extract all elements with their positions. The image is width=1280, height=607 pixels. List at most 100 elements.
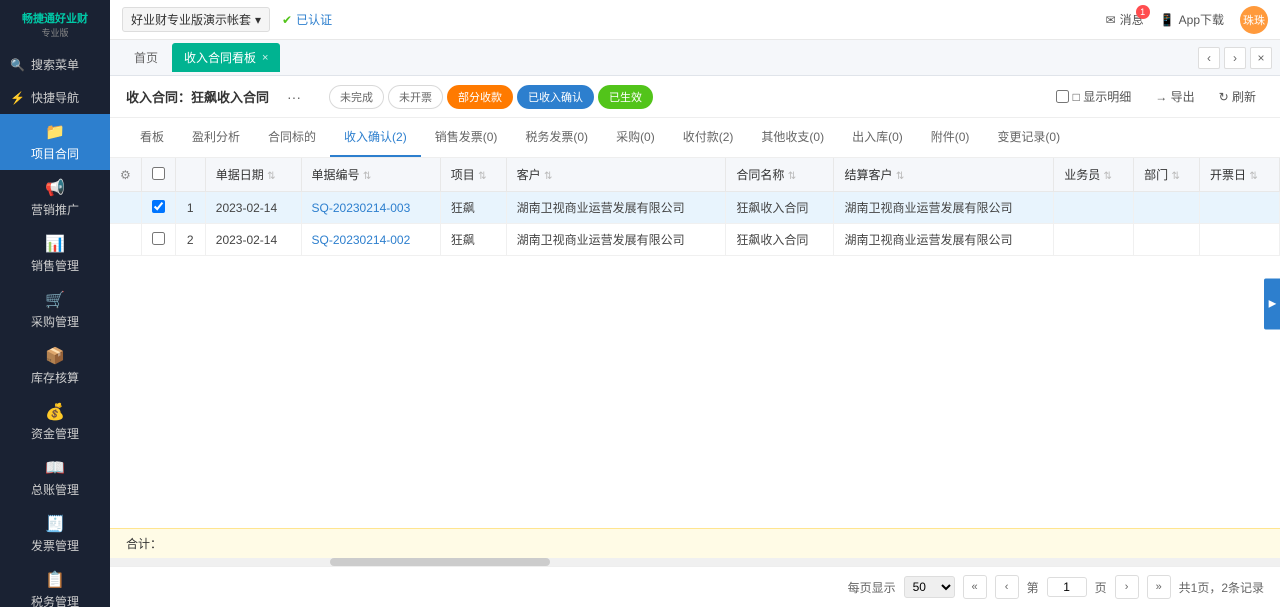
tab-contract-std[interactable]: 合同标的 [254, 118, 330, 157]
home-tab[interactable]: 首页 [122, 43, 170, 72]
row1-opendate [1200, 192, 1280, 224]
message-button[interactable]: ✉ 1 消息 [1106, 11, 1144, 28]
next-page-button[interactable]: › [1115, 575, 1139, 599]
sidebar-item-sales[interactable]: 📊 销售管理 [0, 226, 110, 282]
footer-total-label: 合计： [126, 535, 162, 552]
first-page-button[interactable]: « [963, 575, 987, 599]
row1-customer: 湖南卫视商业运营发展有限公司 [506, 192, 726, 224]
col-header-customer[interactable]: 客户 ⇅ [506, 158, 726, 192]
sidebar-marketing-label: 营销推广 [31, 201, 79, 218]
sidebar-item-general[interactable]: 📖 总账管理 [0, 450, 110, 506]
col-header-salesperson[interactable]: 业务员 ⇅ [1054, 158, 1134, 192]
col-header-date[interactable]: 单据日期 ⇅ [205, 158, 301, 192]
company-selector[interactable]: 好业财专业版演示帐套 ▾ [122, 7, 270, 32]
col-opendate-label: 开票日 [1210, 168, 1246, 182]
status-actions: 未完成 未开票 部分收款 已收入确认 已生效 [329, 85, 653, 109]
row1-checkbox[interactable] [152, 200, 165, 213]
sidebar-item-marketing[interactable]: 📢 营销推广 [0, 170, 110, 226]
more-button[interactable]: ··· [279, 87, 309, 107]
current-page-input[interactable] [1047, 577, 1087, 597]
column-settings-icon[interactable]: ⚙ [120, 168, 131, 182]
tab-profit[interactable]: 盈利分析 [178, 118, 254, 157]
tab-purchase[interactable]: 采购(0) [602, 118, 669, 157]
avatar: 珠珠 [1240, 6, 1268, 34]
sidebar-item-project[interactable]: 📁 项目合同 [0, 114, 110, 170]
inventory-icon: 📦 [45, 346, 65, 366]
sidebar-item-tax[interactable]: 📋 税务管理 [0, 562, 110, 607]
select-all-checkbox[interactable] [152, 167, 165, 180]
sub-tabs: 看板 盈利分析 合同标的 收入确认(2) 销售发票(0) 税务发票(0) 采购(… [110, 118, 1280, 158]
row2-checkbox[interactable] [152, 232, 165, 245]
tab-other-income[interactable]: 其他收支(0) [747, 118, 838, 157]
prev-page-button[interactable]: ‹ [995, 575, 1019, 599]
main-area: 好业财专业版演示帐套 ▾ ✔ 已认证 ✉ 1 消息 📱 App下载 珠珠 首页 … [110, 0, 1280, 607]
scrollbar-thumb[interactable] [330, 558, 550, 566]
tab-attachment[interactable]: 附件(0) [917, 118, 984, 157]
table-area: ⚙ 单据日期 ⇅ 单据编号 ⇅ [110, 158, 1280, 607]
show-detail-checkbox[interactable]: □ 显示明细 [1048, 84, 1140, 109]
col-dept-label: 部门 [1144, 168, 1168, 182]
tab-kanban[interactable]: 看板 [126, 118, 178, 157]
status-btn-uninvoiced[interactable]: 未开票 [388, 85, 443, 109]
tab-close-all-button[interactable]: × [1250, 47, 1272, 69]
col-header-docno[interactable]: 单据编号 ⇅ [301, 158, 440, 192]
col-customer-label: 客户 [517, 168, 541, 182]
table-row[interactable]: 1 2023-02-14 SQ-20230214-003 狂飙 湖南卫视商业运营… [110, 192, 1280, 224]
user-avatar-button[interactable]: 珠珠 [1240, 6, 1268, 34]
table-footer: 合计： [110, 528, 1280, 558]
row2-docno-link[interactable]: SQ-20230214-002 [312, 233, 411, 247]
row1-docno-link[interactable]: SQ-20230214-003 [312, 201, 411, 215]
tab-payment[interactable]: 收付款(2) [669, 118, 748, 157]
sort-icon-customer: ⇅ [544, 171, 552, 182]
right-panel-toggle[interactable]: ▶ [1264, 278, 1280, 329]
sidebar-item-search[interactable]: 🔍 搜索菜单 [0, 48, 110, 81]
tab-warehouse[interactable]: 出入库(0) [838, 118, 917, 157]
tab-change-log[interactable]: 变更记录(0) [983, 118, 1074, 157]
sidebar-item-quick-nav[interactable]: ⚡ 快捷导航 [0, 81, 110, 114]
row1-check-cell[interactable] [141, 192, 175, 224]
page-unit-label: 页 [1095, 579, 1107, 596]
tab-prev-button[interactable]: ‹ [1198, 47, 1220, 69]
active-tab[interactable]: 收入合同看板 × [172, 43, 280, 72]
tab-income-confirm[interactable]: 收入确认(2) [330, 118, 421, 157]
status-btn-confirmed[interactable]: 已收入确认 [517, 85, 594, 109]
app-download-label: App下载 [1179, 11, 1224, 28]
invoice-icon: 🧾 [45, 514, 65, 534]
export-button[interactable]: → 导出 [1147, 84, 1202, 109]
row2-check-cell[interactable] [141, 224, 175, 256]
sort-icon-docno: ⇅ [363, 171, 371, 182]
verified-text: 已认证 [296, 11, 332, 28]
col-header-dept[interactable]: 部门 ⇅ [1134, 158, 1200, 192]
col-header-project[interactable]: 项目 ⇅ [440, 158, 506, 192]
refresh-button[interactable]: ↻ 刷新 [1211, 84, 1264, 109]
pagination: 每页显示 50 20 100 « ‹ 第 页 › » 共1页，2条记录 [110, 566, 1280, 607]
sidebar-item-capital[interactable]: 💰 资金管理 [0, 394, 110, 450]
detail-checkbox-input[interactable] [1056, 90, 1069, 103]
tab-sales-invoice[interactable]: 销售发票(0) [421, 118, 512, 157]
col-header-settle[interactable]: 结算客户 ⇅ [834, 158, 1054, 192]
verified-check-icon: ✔ [282, 13, 292, 27]
row2-customer: 湖南卫视商业运营发展有限公司 [506, 224, 726, 256]
tab-tax-invoice[interactable]: 税务发票(0) [511, 118, 602, 157]
col-header-opendate[interactable]: 开票日 ⇅ [1200, 158, 1280, 192]
row2-dept [1134, 224, 1200, 256]
sidebar-item-invoice[interactable]: 🧾 发票管理 [0, 506, 110, 562]
app-download-button[interactable]: 📱 App下载 [1160, 11, 1224, 28]
horizontal-scrollbar[interactable] [110, 558, 1280, 566]
sidebar-item-inventory[interactable]: 📦 库存核算 [0, 338, 110, 394]
tab-close-button[interactable]: × [262, 52, 268, 64]
row1-settle: 湖南卫视商业运营发展有限公司 [834, 192, 1054, 224]
col-header-contract[interactable]: 合同名称 ⇅ [726, 158, 834, 192]
per-page-select[interactable]: 50 20 100 [904, 576, 955, 598]
col-contract-label: 合同名称 [736, 168, 784, 182]
status-btn-partial[interactable]: 部分收款 [447, 85, 513, 109]
row2-contract: 狂飙收入合同 [726, 224, 834, 256]
status-btn-incomplete[interactable]: 未完成 [329, 85, 384, 109]
sidebar-item-purchase[interactable]: 🛒 采购管理 [0, 282, 110, 338]
table-row[interactable]: 2 2023-02-14 SQ-20230214-002 狂飙 湖南卫视商业运营… [110, 224, 1280, 256]
sort-icon-settle: ⇅ [896, 171, 904, 182]
row1-salesperson [1054, 192, 1134, 224]
status-btn-effective[interactable]: 已生效 [598, 85, 653, 109]
last-page-button[interactable]: » [1147, 575, 1171, 599]
tab-next-button[interactable]: › [1224, 47, 1246, 69]
